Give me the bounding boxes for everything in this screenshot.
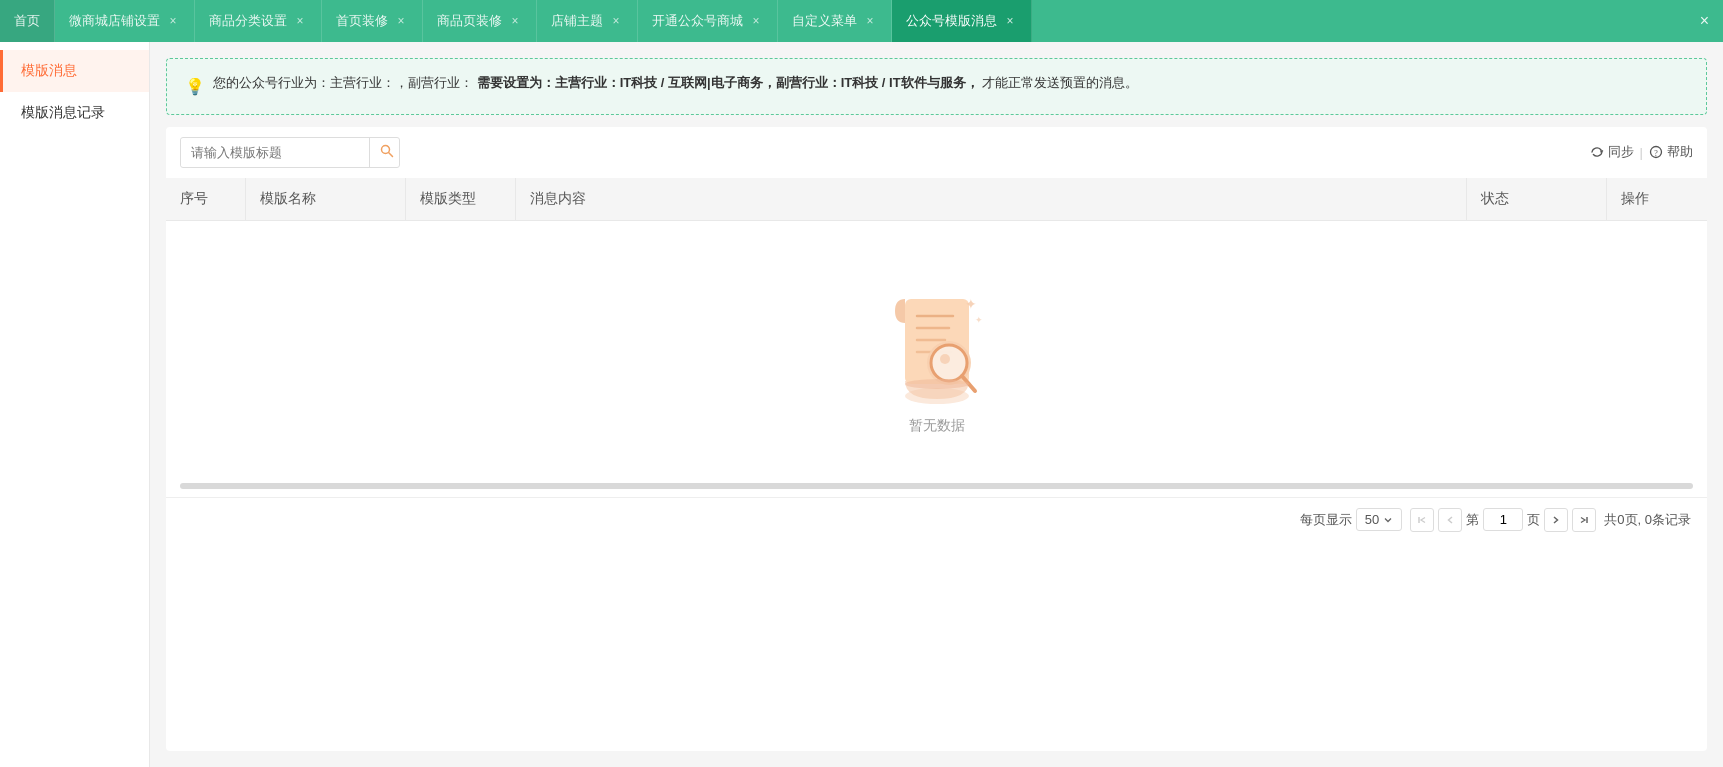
sidebar-item-template-message-label: 模版消息 bbox=[21, 62, 77, 78]
page-label-post: 页 bbox=[1527, 511, 1540, 529]
empty-doc-icon: ✦ ✦ bbox=[877, 281, 997, 411]
nav-tab-open-mall[interactable]: 开通公众号商城 × bbox=[638, 0, 778, 42]
nav-tab-store-settings-label: 微商城店铺设置 bbox=[69, 12, 160, 30]
nav-tab-custom-menu-label: 自定义菜单 bbox=[792, 12, 857, 30]
nav-tab-custom-menu-close[interactable]: × bbox=[863, 14, 877, 28]
last-page-button[interactable] bbox=[1572, 508, 1596, 532]
page-number-input[interactable] bbox=[1483, 508, 1523, 531]
divider: | bbox=[1640, 145, 1643, 160]
empty-illustration: ✦ ✦ bbox=[877, 281, 997, 401]
prev-page-button[interactable] bbox=[1438, 508, 1462, 532]
page-label-pre: 第 bbox=[1466, 511, 1479, 529]
page-size-select: 每页显示 50 bbox=[1300, 508, 1402, 531]
th-name: 模版名称 bbox=[246, 178, 406, 220]
sidebar-item-template-message-log-label: 模版消息记录 bbox=[21, 104, 105, 120]
scrollbar-area bbox=[166, 475, 1707, 497]
chevron-down-icon bbox=[1383, 515, 1393, 525]
table-header: 序号 模版名称 模版类型 消息内容 状态 操作 bbox=[166, 178, 1707, 221]
notice-text: 您的公众号行业为：主营行业：，副营行业： 需要设置为：主营行业：IT科技 / 互… bbox=[213, 73, 1138, 94]
prev-page-icon bbox=[1445, 515, 1455, 525]
nav-tab-product-decor-close[interactable]: × bbox=[508, 14, 522, 28]
nav-tab-store-theme-label: 店铺主题 bbox=[551, 12, 603, 30]
next-page-icon bbox=[1551, 515, 1561, 525]
nav-tab-home-label: 首页 bbox=[14, 12, 40, 30]
notice-icon: 💡 bbox=[185, 74, 205, 100]
help-button[interactable]: ? 帮助 bbox=[1649, 143, 1693, 161]
page-nav: 第 页 bbox=[1410, 508, 1596, 532]
th-content: 消息内容 bbox=[516, 178, 1467, 220]
nav-tab-custom-menu[interactable]: 自定义菜单 × bbox=[778, 0, 892, 42]
main-panel: 同步 | ? 帮助 序号 bbox=[166, 127, 1707, 751]
empty-text: 暂无数据 bbox=[909, 417, 965, 435]
toolbar-right: 同步 | ? 帮助 bbox=[1590, 143, 1693, 161]
nav-tab-template-msg[interactable]: 公众号模版消息 × bbox=[892, 0, 1032, 42]
sync-icon bbox=[1590, 145, 1604, 159]
th-action: 操作 bbox=[1607, 178, 1707, 220]
search-icon bbox=[380, 144, 394, 158]
search-input[interactable] bbox=[181, 139, 369, 166]
svg-text:✦: ✦ bbox=[975, 315, 983, 325]
nav-tab-homepage-decor-close[interactable]: × bbox=[394, 14, 408, 28]
content-area: 💡 您的公众号行业为：主营行业：，副营行业： 需要设置为：主营行业：IT科技 /… bbox=[150, 42, 1723, 767]
help-label: 帮助 bbox=[1667, 143, 1693, 161]
toolbar: 同步 | ? 帮助 bbox=[166, 127, 1707, 178]
nav-tab-open-mall-close[interactable]: × bbox=[749, 14, 763, 28]
nav-tab-store-theme-close[interactable]: × bbox=[609, 14, 623, 28]
nav-tab-store-theme[interactable]: 店铺主题 × bbox=[537, 0, 638, 42]
sync-button[interactable]: 同步 bbox=[1590, 143, 1634, 161]
next-page-button[interactable] bbox=[1544, 508, 1568, 532]
help-icon: ? bbox=[1649, 145, 1663, 159]
nav-tab-store-settings-close[interactable]: × bbox=[166, 14, 180, 28]
nav-tab-open-mall-label: 开通公众号商城 bbox=[652, 12, 743, 30]
nav-tab-store-settings[interactable]: 微商城店铺设置 × bbox=[55, 0, 195, 42]
main-layout: 模版消息 模版消息记录 💡 您的公众号行业为：主营行业：，副营行业： 需要设置为… bbox=[0, 42, 1723, 767]
page-size-value: 50 bbox=[1365, 512, 1379, 527]
nav-tab-template-msg-label: 公众号模版消息 bbox=[906, 12, 997, 30]
empty-state: ✦ ✦ 暂无数据 bbox=[166, 221, 1707, 475]
nav-tab-homepage-decor[interactable]: 首页装修 × bbox=[322, 0, 423, 42]
nav-tab-template-msg-close[interactable]: × bbox=[1003, 14, 1017, 28]
nav-tab-product-decor[interactable]: 商品页装修 × bbox=[423, 0, 537, 42]
search-area bbox=[180, 137, 400, 168]
th-type: 模版类型 bbox=[406, 178, 516, 220]
nav-tab-homepage-decor-label: 首页装修 bbox=[336, 12, 388, 30]
pagination-summary: 共0页, 0条记录 bbox=[1604, 511, 1691, 529]
sidebar-item-template-message[interactable]: 模版消息 bbox=[0, 50, 149, 92]
nav-tab-category-settings-close[interactable]: × bbox=[293, 14, 307, 28]
top-nav: 首页 微商城店铺设置 × 商品分类设置 × 首页装修 × 商品页装修 × 店铺主… bbox=[0, 0, 1723, 42]
pagination-bar: 每页显示 50 bbox=[166, 497, 1707, 542]
page-size-label: 每页显示 bbox=[1300, 511, 1352, 529]
close-all-button[interactable]: × bbox=[1686, 12, 1723, 30]
svg-line-1 bbox=[389, 152, 393, 156]
svg-point-14 bbox=[940, 354, 950, 364]
first-page-icon bbox=[1417, 515, 1427, 525]
nav-tab-home[interactable]: 首页 bbox=[0, 0, 55, 42]
nav-tab-category-settings-label: 商品分类设置 bbox=[209, 12, 287, 30]
search-button[interactable] bbox=[369, 138, 400, 167]
page-size-dropdown[interactable]: 50 bbox=[1356, 508, 1402, 531]
horizontal-scrollbar[interactable] bbox=[180, 483, 1693, 489]
sidebar-item-template-message-log[interactable]: 模版消息记录 bbox=[0, 92, 149, 134]
first-page-button[interactable] bbox=[1410, 508, 1434, 532]
svg-text:✦: ✦ bbox=[965, 296, 977, 312]
notice-box: 💡 您的公众号行业为：主营行业：，副营行业： 需要设置为：主营行业：IT科技 /… bbox=[166, 58, 1707, 115]
svg-text:?: ? bbox=[1654, 149, 1658, 158]
th-index: 序号 bbox=[166, 178, 246, 220]
last-page-icon bbox=[1579, 515, 1589, 525]
nav-tab-product-decor-label: 商品页装修 bbox=[437, 12, 502, 30]
nav-tab-category-settings[interactable]: 商品分类设置 × bbox=[195, 0, 322, 42]
th-status: 状态 bbox=[1467, 178, 1607, 220]
sync-label: 同步 bbox=[1608, 143, 1634, 161]
sidebar: 模版消息 模版消息记录 bbox=[0, 42, 150, 767]
svg-point-17 bbox=[905, 379, 969, 389]
